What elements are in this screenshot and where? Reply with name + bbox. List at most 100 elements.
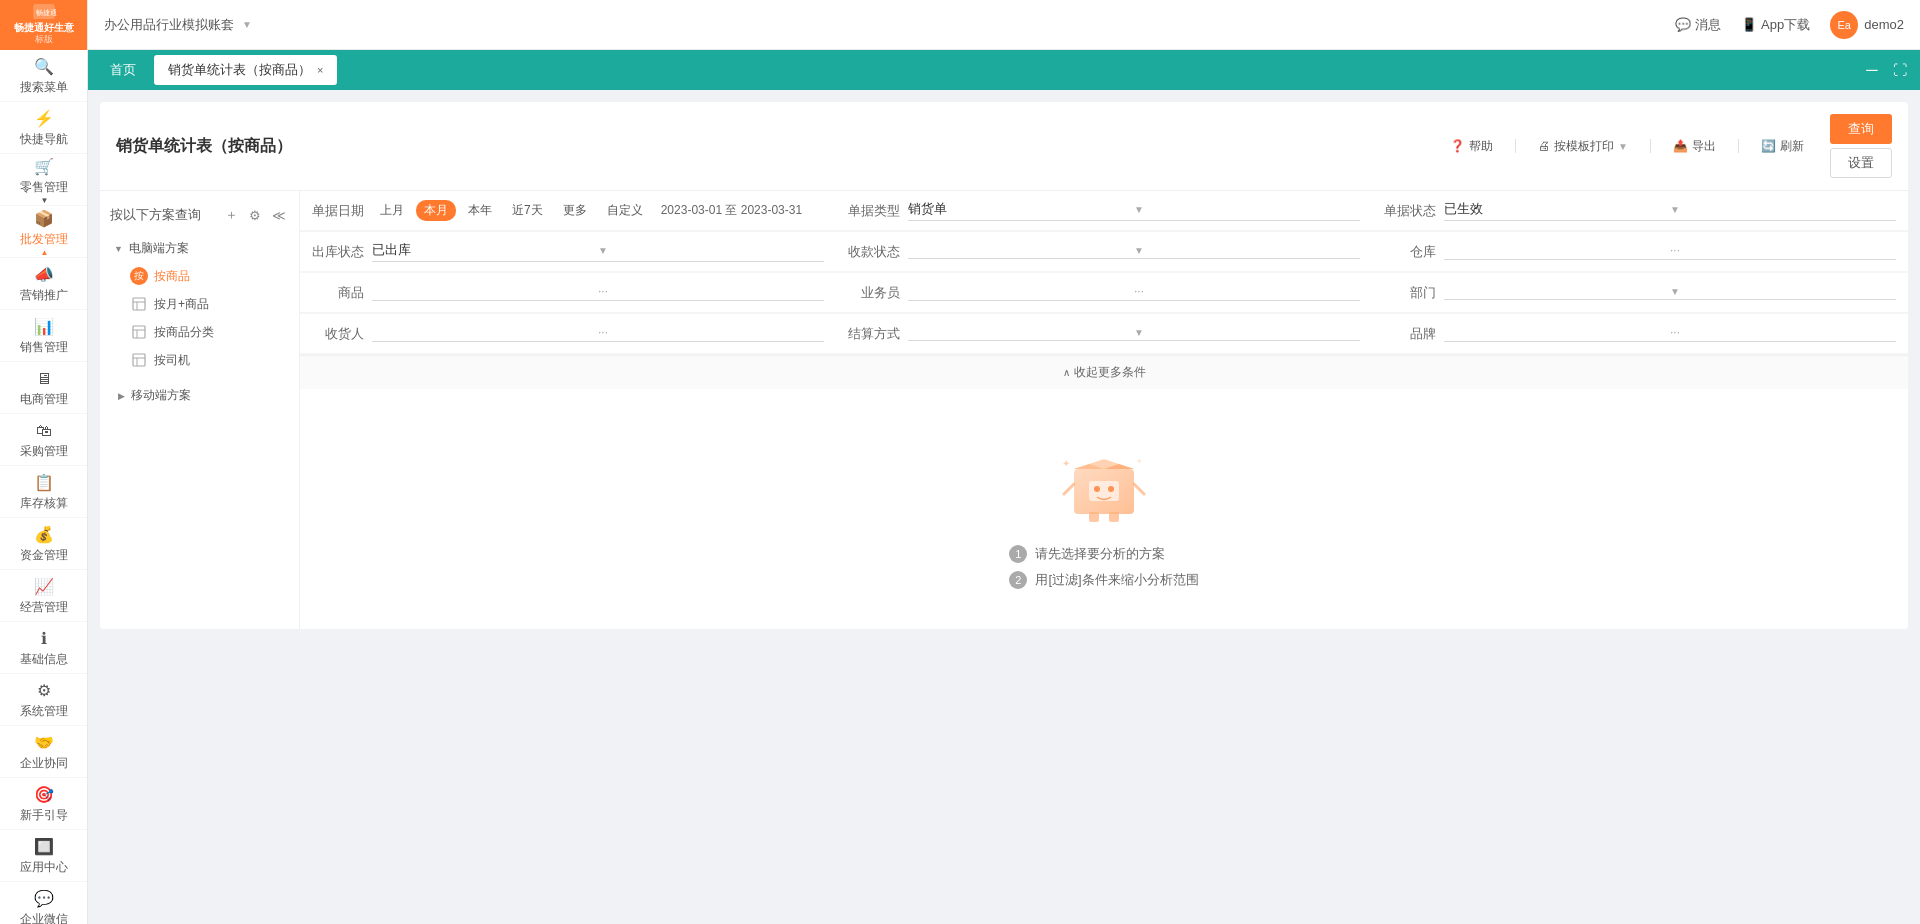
settle-control[interactable]: ▼ xyxy=(908,327,1360,341)
avatar-initials: Ea xyxy=(1838,19,1851,31)
mobile-group-title[interactable]: ▶ 移动端方案 xyxy=(104,382,299,409)
date-tab-last-month[interactable]: 上月 xyxy=(372,200,412,221)
empty-tip-1-text: 请先选择要分析的方案 xyxy=(1035,545,1165,563)
app-download-btn[interactable]: 📱 App下载 xyxy=(1741,16,1810,34)
print-btn[interactable]: 🖨 按模板打印 ▼ xyxy=(1532,135,1634,158)
outstock-control[interactable]: 已出库 ▼ xyxy=(372,241,824,262)
date-tab-more[interactable]: 更多 xyxy=(555,200,595,221)
sidebar-item-appstore-label: 应用中心 xyxy=(20,859,68,876)
guide-icon: 🎯 xyxy=(34,785,54,804)
help-btn[interactable]: ❓ 帮助 xyxy=(1444,135,1499,158)
tab-home[interactable]: 首页 xyxy=(96,55,150,85)
brand-control[interactable]: ··· xyxy=(1444,325,1896,342)
sidebar-item-wechat[interactable]: 💬 企业微信 xyxy=(0,882,87,924)
svg-rect-18 xyxy=(1109,512,1119,522)
sidebar-item-basic[interactable]: ℹ 基础信息 xyxy=(0,622,87,674)
tab-close-icon[interactable]: × xyxy=(317,64,323,76)
sidebar-item-operations[interactable]: 📈 经营管理 xyxy=(0,570,87,622)
sidebar-item-retail[interactable]: 🛒 零售管理 ▼ xyxy=(0,154,87,206)
outstock-dropdown-icon[interactable]: ▼ xyxy=(598,245,824,256)
receiver-control[interactable]: ··· xyxy=(372,325,824,342)
scheme-item-by-driver[interactable]: 按司机 xyxy=(100,346,299,374)
tab-active-report[interactable]: 销货单统计表（按商品） × xyxy=(154,55,337,85)
settings-button[interactable]: 设置 xyxy=(1830,148,1892,178)
receiver-more-icon[interactable]: ··· xyxy=(598,325,824,339)
status-dropdown-icon[interactable]: ▼ xyxy=(1670,204,1896,215)
date-tab-current-month[interactable]: 本月 xyxy=(416,200,456,221)
query-button[interactable]: 查询 xyxy=(1830,114,1892,144)
sidebar-item-appstore[interactable]: 🔲 应用中心 xyxy=(0,830,87,882)
scheme-panel-icons: ＋ ⚙ ≪ xyxy=(221,205,289,225)
date-tab-7days[interactable]: 近7天 xyxy=(504,200,551,221)
pc-group-title[interactable]: ▼ 电脑端方案 xyxy=(100,235,299,262)
sidebar-item-inventory[interactable]: 📋 库存核算 xyxy=(0,466,87,518)
wechat-icon: 💬 xyxy=(34,889,54,908)
sidebar-item-marketing[interactable]: 📣 营销推广 xyxy=(0,258,87,310)
type-control[interactable]: 销货单 ▼ xyxy=(908,200,1360,221)
outstock-label: 出库状态 xyxy=(312,243,372,261)
sidebar-item-nav[interactable]: ⚡ 快捷导航 xyxy=(0,102,87,154)
goods-control[interactable]: ··· xyxy=(372,284,824,301)
staff-control[interactable]: ··· xyxy=(908,284,1360,301)
scheme-collapse-btn[interactable]: ≪ xyxy=(269,205,289,225)
industry-selector[interactable]: 办公用品行业模拟账套 xyxy=(104,16,234,34)
filter-area: 单据日期 上月 本月 本年 近7天 更多 自定义 xyxy=(300,191,1908,389)
operations-icon: 📈 xyxy=(34,577,54,596)
staff-more-icon[interactable]: ··· xyxy=(1134,284,1360,298)
goods-label: 商品 xyxy=(312,284,372,302)
sidebar-item-system[interactable]: ⚙ 系统管理 xyxy=(0,674,87,726)
scheme-panel-header: 按以下方案查询 ＋ ⚙ ≪ xyxy=(100,199,299,231)
app-title: 畅捷通好生意 xyxy=(14,21,74,34)
divider3 xyxy=(1738,139,1739,153)
help-label: 帮助 xyxy=(1469,138,1493,155)
scheme-item-sq-icon2 xyxy=(130,323,148,341)
tab-minimize-btn[interactable]: ─ xyxy=(1860,58,1884,82)
status-value: 已生效 xyxy=(1444,200,1670,218)
scheme-item-sq-icon1 xyxy=(130,295,148,313)
receipt-dropdown-icon[interactable]: ▼ xyxy=(1134,245,1360,256)
export-btn[interactable]: 📤 导出 xyxy=(1667,135,1722,158)
sidebar-item-wholesale[interactable]: 📦 批发管理 ▲ xyxy=(0,206,87,258)
wholesale-icon: 📦 xyxy=(34,209,54,228)
brand-more-icon[interactable]: ··· xyxy=(1670,325,1896,339)
scheme-item-by-goods[interactable]: 按 按商品 xyxy=(100,262,299,290)
receipt-control[interactable]: ▼ xyxy=(908,245,1360,259)
sidebar-item-guide[interactable]: 🎯 新手引导 xyxy=(0,778,87,830)
date-tab-custom[interactable]: 自定义 xyxy=(599,200,651,221)
type-dropdown-icon[interactable]: ▼ xyxy=(1134,204,1360,215)
app-download-label: App下载 xyxy=(1761,16,1810,34)
scheme-settings-btn[interactable]: ⚙ xyxy=(245,205,265,225)
sidebar-item-finance[interactable]: 💰 资金管理 xyxy=(0,518,87,570)
empty-tip-2: 2 用[过滤]条件来缩小分析范围 xyxy=(1009,571,1198,589)
top-header: 办公用品行业模拟账套 ▼ 💬 消息 📱 App下载 Ea demo2 xyxy=(88,0,1920,50)
sidebar-item-sales[interactable]: 📊 销售管理 xyxy=(0,310,87,362)
print-dropdown-icon[interactable]: ▼ xyxy=(1618,141,1628,152)
scheme-item-by-category[interactable]: 按商品分类 xyxy=(100,318,299,346)
nav-icon: ⚡ xyxy=(34,109,54,128)
dept-dropdown-icon[interactable]: ▼ xyxy=(1670,286,1896,297)
warehouse-label: 仓库 xyxy=(1384,243,1444,261)
sidebar-item-purchase[interactable]: 🛍 采购管理 xyxy=(0,414,87,466)
collapse-row[interactable]: ∧ 收起更多条件 xyxy=(300,355,1908,389)
date-tab-current-year[interactable]: 本年 xyxy=(460,200,500,221)
scheme-item-by-month-goods-label: 按月+商品 xyxy=(154,296,209,313)
refresh-btn[interactable]: 🔄 刷新 xyxy=(1755,135,1810,158)
message-btn[interactable]: 💬 消息 xyxy=(1675,16,1721,34)
warehouse-control[interactable]: ··· xyxy=(1444,243,1896,260)
settle-dropdown-icon[interactable]: ▼ xyxy=(1134,327,1360,338)
dept-control[interactable]: ▼ xyxy=(1444,286,1896,300)
sidebar-item-ecommerce[interactable]: 🖥 电商管理 xyxy=(0,362,87,414)
receipt-label: 收款状态 xyxy=(848,243,908,261)
scheme-item-by-month-goods[interactable]: 按月+商品 xyxy=(100,290,299,318)
goods-more-icon[interactable]: ··· xyxy=(598,284,824,298)
scheme-item-active-icon: 按 xyxy=(130,267,148,285)
status-control[interactable]: 已生效 ▼ xyxy=(1444,200,1896,221)
industry-dropdown-icon[interactable]: ▼ xyxy=(242,19,252,30)
sidebar-item-search[interactable]: 🔍 搜索菜单 xyxy=(0,50,87,102)
scheme-add-btn[interactable]: ＋ xyxy=(221,205,241,225)
user-profile[interactable]: Ea demo2 xyxy=(1830,11,1904,39)
empty-tips: 1 请先选择要分析的方案 2 用[过滤]条件来缩小分析范围 xyxy=(1009,545,1198,589)
warehouse-more-icon[interactable]: ··· xyxy=(1670,243,1896,257)
tab-maximize-btn[interactable]: ⛶ xyxy=(1888,58,1912,82)
sidebar-item-collab[interactable]: 🤝 企业协同 xyxy=(0,726,87,778)
